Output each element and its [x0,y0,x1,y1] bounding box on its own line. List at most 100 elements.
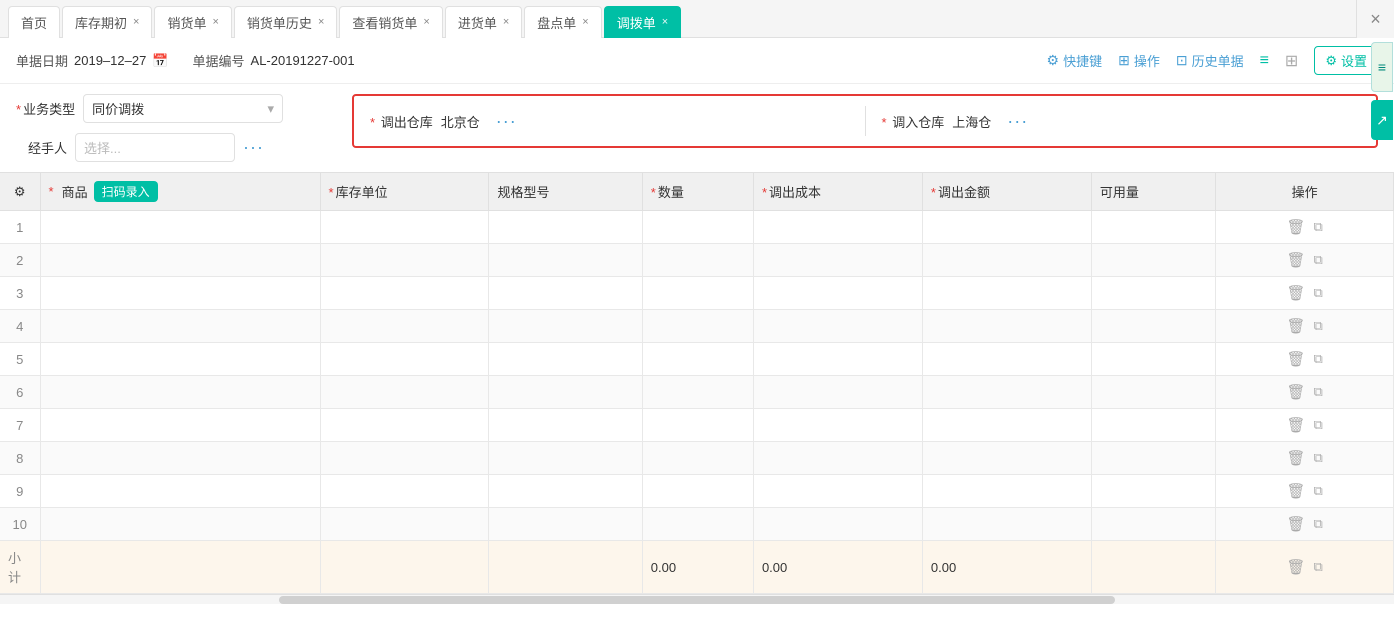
row-qty[interactable] [642,409,753,442]
row-amount[interactable] [922,376,1091,409]
row-amount[interactable] [922,442,1091,475]
row-delete-icon[interactable]: 🗑 [1286,284,1305,302]
table-gear-icon[interactable]: ⚙ [14,184,26,199]
biz-type-select[interactable]: 同价调拨 ▾ [83,94,283,123]
row-product[interactable] [40,244,320,277]
row-cost[interactable] [753,508,922,541]
row-unit[interactable] [320,442,489,475]
settings-button[interactable]: ⚙ 设置 [1314,46,1378,75]
row-unit[interactable] [320,508,489,541]
row-delete-icon[interactable]: 🗑 [1286,558,1305,576]
history-action[interactable]: ⊡ 历史单据 [1176,51,1244,70]
out-warehouse-value[interactable]: 北京仓 [441,112,480,131]
row-product[interactable] [40,277,320,310]
row-delete-icon[interactable]: 🗑 [1286,515,1305,533]
window-close-button[interactable]: × [1356,0,1394,38]
row-delete-icon[interactable]: 🗑 [1286,251,1305,269]
row-spec[interactable] [489,310,642,343]
row-delete-icon[interactable]: 🗑 [1286,317,1305,335]
operate-action[interactable]: ⊞ 操作 [1118,51,1160,70]
tab-sales-history[interactable]: 销货单历史 × [234,6,337,38]
tab-view-sales[interactable]: 查看销货单 × [339,6,442,38]
row-amount[interactable] [922,475,1091,508]
tab-purchase[interactable]: 进货单 × [445,6,522,38]
row-qty[interactable] [642,475,753,508]
horizontal-scrollbar[interactable] [0,594,1394,604]
row-product[interactable] [40,475,320,508]
layout-icon-grid[interactable]: ⊞ [1285,51,1298,71]
row-cost[interactable] [753,277,922,310]
tab-inventory-init-close[interactable]: × [133,16,139,28]
right-panel-arrow-btn[interactable]: ↗ [1371,100,1393,140]
calendar-icon[interactable]: 📅 [152,53,168,69]
row-copy-icon[interactable]: ⧉ [1314,219,1323,235]
row-cost[interactable] [753,376,922,409]
row-cost[interactable] [753,343,922,376]
shortcut-action[interactable]: ⚙ 快捷键 [1047,51,1103,70]
row-product[interactable] [40,310,320,343]
row-spec[interactable] [489,211,642,244]
row-product[interactable] [40,409,320,442]
row-delete-icon[interactable]: 🗑 [1286,350,1305,368]
right-panel-list-btn[interactable]: ≡ [1371,42,1393,92]
row-copy-icon[interactable]: ⧉ [1314,285,1323,301]
tab-inventory-count-close[interactable]: × [582,16,588,28]
tab-purchase-close[interactable]: × [503,16,509,28]
row-qty[interactable] [642,376,753,409]
row-delete-icon[interactable]: 🗑 [1286,482,1305,500]
row-qty[interactable] [642,310,753,343]
row-spec[interactable] [489,442,642,475]
row-copy-icon[interactable]: ⧉ [1314,417,1323,433]
row-cost[interactable] [753,442,922,475]
row-amount[interactable] [922,244,1091,277]
row-unit[interactable] [320,277,489,310]
row-qty[interactable] [642,244,753,277]
row-unit[interactable] [320,211,489,244]
row-product[interactable] [40,211,320,244]
layout-icon-list[interactable]: ≡ [1260,52,1269,70]
tab-view-sales-close[interactable]: × [423,16,429,28]
row-product[interactable] [40,343,320,376]
scrollbar-thumb[interactable] [279,596,1115,604]
row-product[interactable] [40,442,320,475]
row-cost[interactable] [753,244,922,277]
row-spec[interactable] [489,343,642,376]
row-amount[interactable] [922,508,1091,541]
row-copy-icon[interactable]: ⧉ [1314,318,1323,334]
row-qty[interactable] [642,277,753,310]
row-spec[interactable] [489,277,642,310]
row-copy-icon[interactable]: ⧉ [1314,559,1323,575]
row-qty[interactable] [642,343,753,376]
row-delete-icon[interactable]: 🗑 [1286,416,1305,434]
row-cost[interactable] [753,310,922,343]
row-copy-icon[interactable]: ⧉ [1314,384,1323,400]
out-warehouse-more-icon[interactable]: ··· [496,111,517,132]
row-amount[interactable] [922,277,1091,310]
row-product[interactable] [40,508,320,541]
row-amount[interactable] [922,343,1091,376]
tab-transfer-close[interactable]: × [662,16,668,28]
in-warehouse-value[interactable]: 上海仓 [952,112,991,131]
col-settings[interactable]: ⚙ [0,173,40,211]
row-copy-icon[interactable]: ⧉ [1314,483,1323,499]
row-spec[interactable] [489,508,642,541]
row-spec[interactable] [489,409,642,442]
row-spec[interactable] [489,475,642,508]
row-amount[interactable] [922,409,1091,442]
handler-value[interactable]: 选择... [75,133,235,162]
row-delete-icon[interactable]: 🗑 [1286,218,1305,236]
row-delete-icon[interactable]: 🗑 [1286,383,1305,401]
row-qty[interactable] [642,211,753,244]
row-spec[interactable] [489,244,642,277]
row-unit[interactable] [320,376,489,409]
tab-home[interactable]: 首页 [8,6,60,38]
row-unit[interactable] [320,343,489,376]
row-copy-icon[interactable]: ⧉ [1314,252,1323,268]
handler-more-icon[interactable]: ··· [243,137,264,158]
row-qty[interactable] [642,508,753,541]
tab-sales-history-close[interactable]: × [318,16,324,28]
in-warehouse-more-icon[interactable]: ··· [1007,111,1028,132]
row-cost[interactable] [753,475,922,508]
row-cost[interactable] [753,211,922,244]
row-copy-icon[interactable]: ⧉ [1314,450,1323,466]
